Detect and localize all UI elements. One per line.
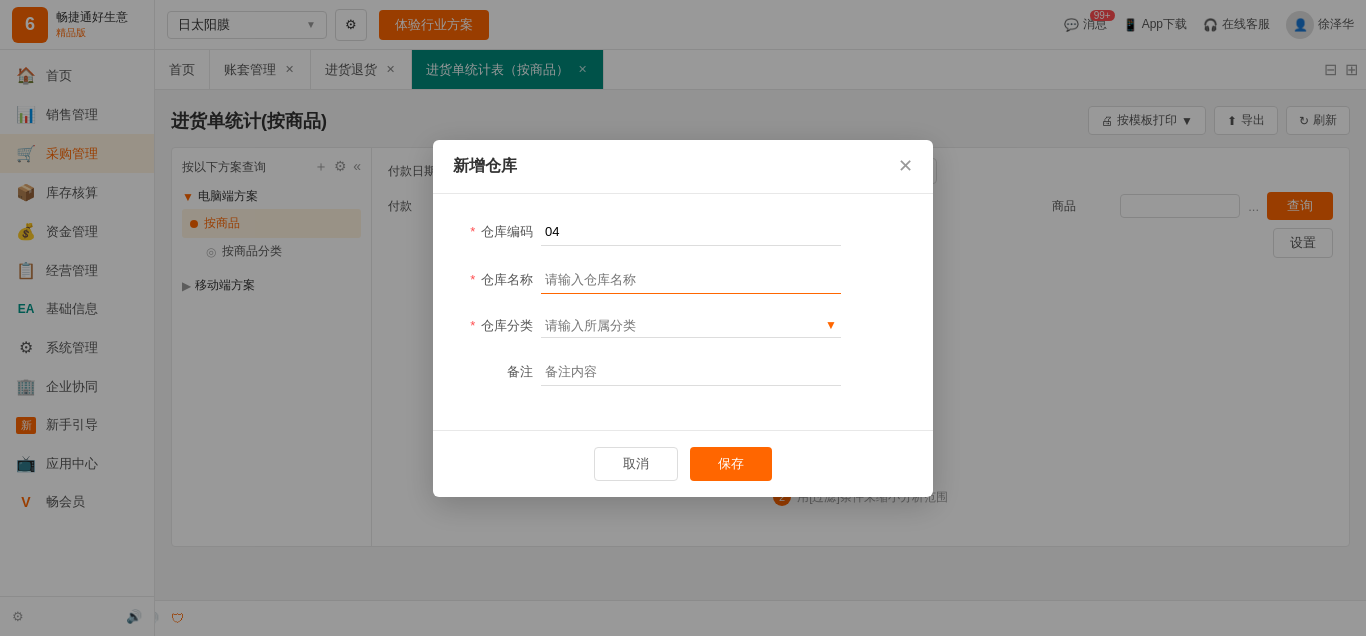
category-input[interactable] <box>545 318 825 333</box>
modal-body: * 仓库编码 * 仓库名称 * 仓库分类 ▼ <box>433 194 933 430</box>
category-select-wrapper: ▼ <box>541 314 841 338</box>
note-input[interactable] <box>541 358 841 386</box>
modal-close-button[interactable]: ✕ <box>898 157 913 175</box>
note-label: 备注 <box>453 363 533 381</box>
modal-header: 新增仓库 ✕ <box>433 140 933 194</box>
name-label: * 仓库名称 <box>453 271 533 289</box>
form-row-note: 备注 <box>453 358 913 386</box>
save-button[interactable]: 保存 <box>690 447 772 481</box>
modal-footer: 取消 保存 <box>433 430 933 497</box>
cancel-button[interactable]: 取消 <box>594 447 678 481</box>
form-row-name: * 仓库名称 <box>453 266 913 294</box>
modal-overlay: 新增仓库 ✕ * 仓库编码 * 仓库名称 * 仓库分 <box>0 0 1366 636</box>
code-label: * 仓库编码 <box>453 223 533 241</box>
form-row-category: * 仓库分类 ▼ <box>453 314 913 338</box>
new-warehouse-modal: 新增仓库 ✕ * 仓库编码 * 仓库名称 * 仓库分 <box>433 140 933 497</box>
name-input[interactable] <box>541 266 841 294</box>
code-input[interactable] <box>541 218 841 246</box>
form-row-code: * 仓库编码 <box>453 218 913 246</box>
chevron-down-icon: ▼ <box>825 318 837 332</box>
category-label: * 仓库分类 <box>453 317 533 335</box>
modal-title: 新增仓库 <box>453 156 517 177</box>
